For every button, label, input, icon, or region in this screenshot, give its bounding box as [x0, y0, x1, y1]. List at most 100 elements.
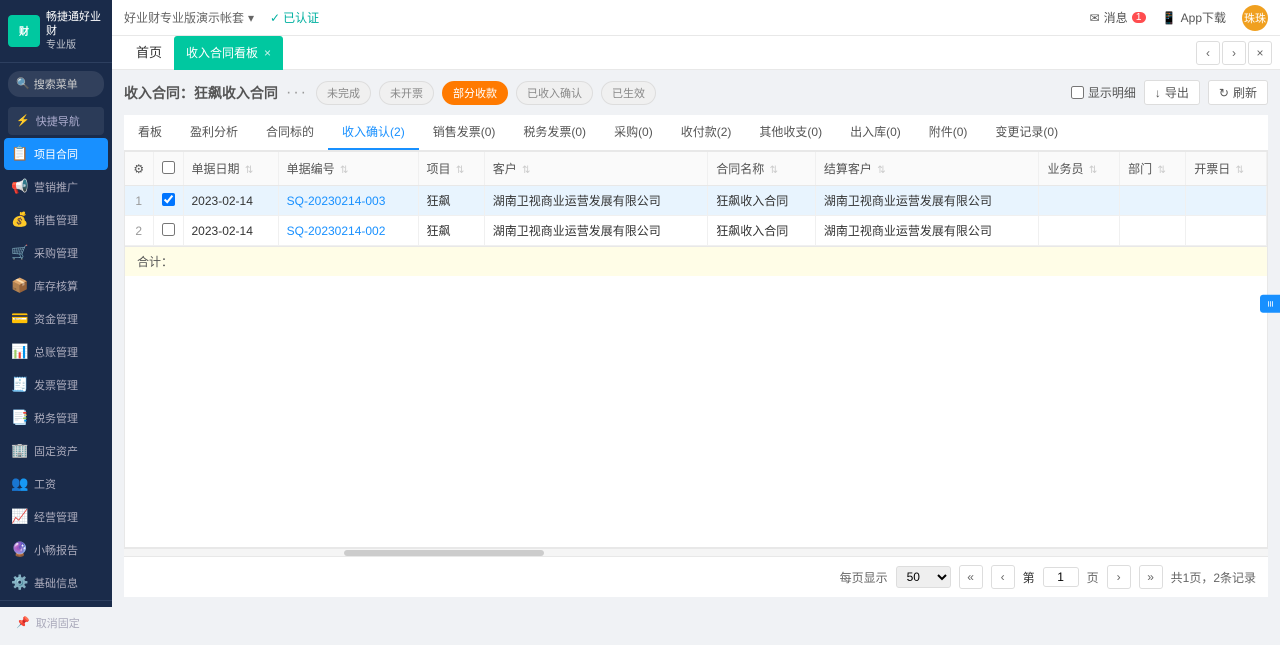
data-table-container[interactable]: ⚙ 单据日期 ⇅ 单据编号 ⇅ 项目 ⇅ 客户 ⇅ 合同名称 ⇅ 结算客户 ⇅ … — [124, 151, 1268, 548]
code-col-header: 单据编号 ⇅ — [278, 152, 418, 186]
sidebar-item-label: 固定资产 — [34, 443, 78, 459]
sidebar-item-tax[interactable]: 📑税务管理 — [4, 402, 108, 434]
sidebar-item-purchase[interactable]: 🛒采购管理 — [4, 237, 108, 269]
sidebar-item-basic[interactable]: ⚙️基础信息 — [4, 567, 108, 599]
unpin-button[interactable]: 📌 取消固定 — [8, 609, 104, 637]
sidebar-item-label: 经营管理 — [34, 509, 78, 525]
scrollbar-thumb[interactable] — [344, 550, 544, 556]
sidebar-item-hr[interactable]: 👥 工资 — [4, 468, 108, 500]
settle-col-header: 结算客户 ⇅ — [815, 152, 1039, 186]
topbar: 好业财专业版演示帐套 ▾ ✓ 已认证 ✉ 消息 1 📱 App下载 珠珠 — [112, 0, 1280, 36]
show-detail-checkbox-label[interactable]: 显示明细 — [1071, 84, 1136, 101]
row-code-2[interactable]: SQ-20230214-002 — [278, 216, 418, 246]
page-actions: 显示明细 ↓ 导出 ↻ 刷新 — [1071, 80, 1268, 105]
sidebar-item-invoice[interactable]: 🧾发票管理 — [4, 369, 108, 401]
sub-tab-附件0[interactable]: 附件(0) — [915, 115, 982, 150]
total-records-info: 共1页，2条记录 — [1171, 569, 1256, 586]
next-page-button[interactable]: › — [1107, 565, 1131, 589]
search-menu-button[interactable]: 🔍 搜索菜单 — [8, 71, 104, 97]
content-area: 收入合同：狂飙收入合同 ··· 未完成 未开票 部分收款 已收入确认 已生效 显… — [112, 70, 1280, 607]
sidebar-item-fixed[interactable]: 🏢固定资产 — [4, 435, 108, 467]
user-menu[interactable]: 珠珠 — [1242, 5, 1268, 31]
first-page-button[interactable]: « — [959, 565, 983, 589]
table-row[interactable]: 1 2023-02-14 SQ-20230214-003 狂飙 湖南卫视商业运营… — [125, 186, 1267, 216]
report-icon: 🔮 — [12, 542, 28, 558]
status-incomplete-button[interactable]: 未完成 — [316, 81, 371, 105]
sidebar-item-project[interactable]: 📋项目合同 — [4, 138, 108, 170]
topbar-right: ✉ 消息 1 📱 App下载 珠珠 — [1090, 5, 1268, 31]
invoice-icon: 🧾 — [12, 377, 28, 393]
select-all-checkbox[interactable] — [162, 161, 175, 174]
side-panel-button[interactable]: ≡ — [1260, 294, 1280, 312]
export-button[interactable]: ↓ 导出 — [1144, 80, 1200, 105]
sub-tab-收付款2[interactable]: 收付款(2) — [667, 115, 746, 150]
sidebar-item-general[interactable]: 📊总账管理 — [4, 336, 108, 368]
row-dept-2 — [1120, 216, 1186, 246]
sub-tab-收入确认2[interactable]: 收入确认(2) — [328, 115, 419, 150]
tab-close-icon[interactable]: × — [264, 46, 271, 60]
tab-close-all-button[interactable]: × — [1248, 41, 1272, 65]
sidebar-item-label: 基础信息 — [34, 575, 78, 591]
status-no-invoice-button[interactable]: 未开票 — [379, 81, 434, 105]
more-options-button[interactable]: ··· — [286, 84, 308, 102]
sidebar-item-label: 库存核算 — [34, 278, 78, 294]
settings-col-header: ⚙ — [125, 152, 153, 186]
sidebar-item-ops[interactable]: 📈经营管理 — [4, 501, 108, 533]
pin-icon: 📌 — [16, 616, 30, 629]
table-footer: 合计： — [125, 246, 1267, 276]
sub-tab-采购0[interactable]: 采购(0) — [600, 115, 667, 150]
status-partial-button[interactable]: 部分收款 — [442, 81, 508, 105]
message-icon: ✉ — [1090, 11, 1100, 25]
tab-home[interactable]: 首页 — [124, 36, 174, 70]
sidebar-item-label: 工资 — [34, 476, 56, 492]
sub-tab-看板[interactable]: 看板 — [124, 115, 176, 150]
show-detail-checkbox[interactable] — [1071, 86, 1084, 99]
tab-navigation: ‹ › × — [1196, 41, 1280, 65]
sidebar-item-funds[interactable]: 💳资金管理 — [4, 303, 108, 335]
project-icon: 📋 — [12, 146, 28, 162]
row-date-1: 2023-02-14 — [183, 186, 278, 216]
sidebar-item-report[interactable]: 🔮 小畅报告 — [4, 534, 108, 566]
refresh-button[interactable]: ↻ 刷新 — [1208, 80, 1268, 105]
sidebar-item-inventory[interactable]: 📦库存核算 — [4, 270, 108, 302]
quick-nav-button[interactable]: ⚡ 快捷导航 — [8, 107, 104, 135]
sub-tab-税务发票0[interactable]: 税务发票(0) — [509, 115, 600, 150]
download-icon: 📱 — [1162, 11, 1177, 25]
app-download-button[interactable]: 📱 App下载 — [1162, 9, 1226, 26]
prev-page-button[interactable]: ‹ — [991, 565, 1015, 589]
sub-tab-其他收支0[interactable]: 其他收支(0) — [745, 115, 836, 150]
status-confirmed-button[interactable]: 已收入确认 — [516, 81, 593, 105]
tab-prev-button[interactable]: ‹ — [1196, 41, 1220, 65]
marketing-icon: 📢 — [12, 179, 28, 195]
dept-col-header: 部门 ⇅ — [1120, 152, 1186, 186]
sub-tab-合同标的[interactable]: 合同标的 — [252, 115, 328, 150]
messages-button[interactable]: ✉ 消息 1 — [1090, 9, 1146, 26]
last-page-button[interactable]: » — [1139, 565, 1163, 589]
customer-col-header: 客户 ⇅ — [484, 152, 708, 186]
row-checkbox-1[interactable] — [153, 186, 183, 216]
hr-icon: 👥 — [12, 476, 28, 492]
tab-contract-board[interactable]: 收入合同看板 × — [174, 36, 283, 70]
user-avatar: 珠珠 — [1242, 5, 1268, 31]
project-col-header: 项目 ⇅ — [418, 152, 484, 186]
sub-tab-销售发票0[interactable]: 销售发票(0) — [419, 115, 510, 150]
sub-tab-盈利分析[interactable]: 盈利分析 — [176, 115, 252, 150]
row-code-1[interactable]: SQ-20230214-003 — [278, 186, 418, 216]
sidebar-item-sales[interactable]: 💰销售管理 — [4, 204, 108, 236]
per-page-select[interactable]: 50 100 200 — [896, 566, 951, 588]
sidebar-item-marketing[interactable]: 📢 营销推广 — [4, 171, 108, 203]
sub-tab-变更记录0[interactable]: 变更记录(0) — [981, 115, 1072, 150]
status-effective-button[interactable]: 已生效 — [601, 81, 656, 105]
company-selector[interactable]: 好业财专业版演示帐套 ▾ — [124, 9, 254, 26]
page-header: 收入合同：狂飙收入合同 ··· 未完成 未开票 部分收款 已收入确认 已生效 显… — [124, 80, 1268, 105]
row-checkbox-2[interactable] — [153, 216, 183, 246]
sidebar-item-label: 小畅报告 — [34, 542, 78, 558]
sub-tab-出入库0[interactable]: 出入库(0) — [836, 115, 915, 150]
sidebar-item-label: 营销推广 — [34, 179, 78, 195]
horizontal-scrollbar[interactable] — [124, 548, 1268, 556]
messages-badge: 1 — [1132, 12, 1146, 23]
tab-next-button[interactable]: › — [1222, 41, 1246, 65]
page-number-input[interactable] — [1043, 567, 1079, 587]
table-row[interactable]: 2 2023-02-14 SQ-20230214-002 狂飙 湖南卫视商业运营… — [125, 216, 1267, 246]
sidebar-search-area[interactable]: 🔍 搜索菜单 — [0, 63, 112, 105]
